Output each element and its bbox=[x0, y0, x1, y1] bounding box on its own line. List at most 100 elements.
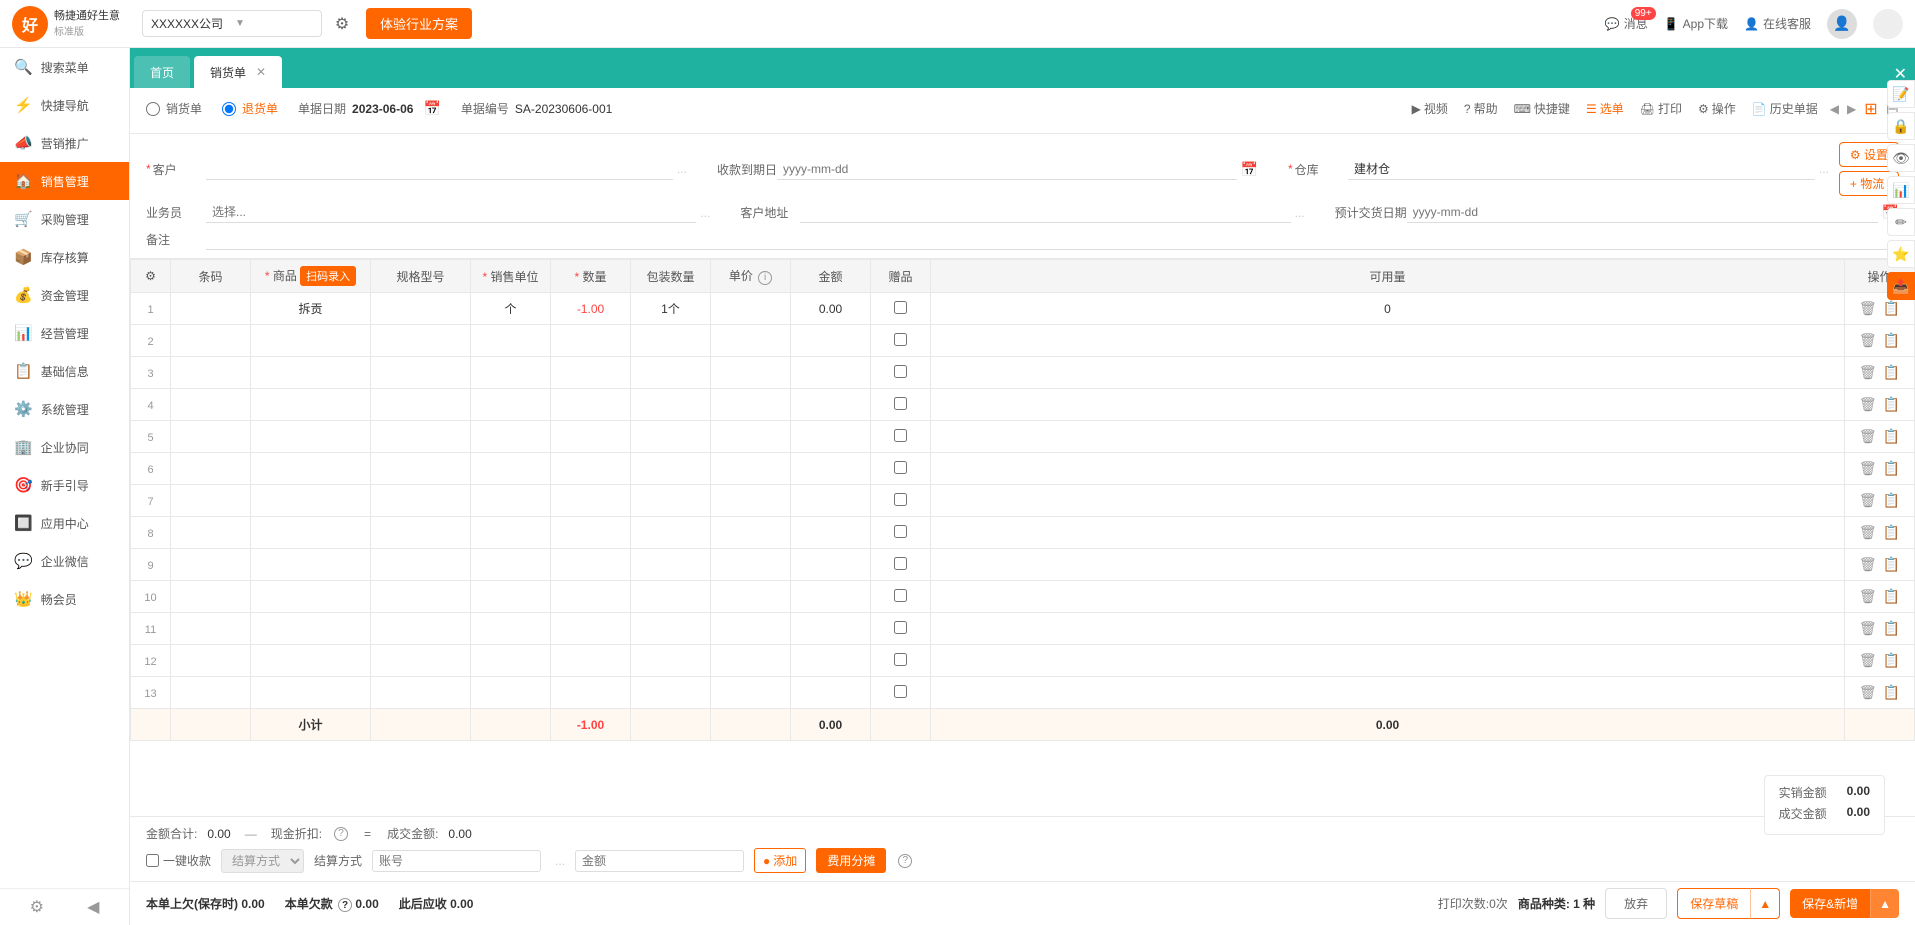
row-qty[interactable]: -1.00 bbox=[551, 293, 631, 325]
expense-info-icon[interactable]: ? bbox=[898, 854, 912, 868]
sidebar-item-basic[interactable]: 📋 基础信息 bbox=[0, 352, 129, 390]
payment-cal-icon[interactable]: 📅 bbox=[1241, 161, 1258, 178]
scan-btn[interactable]: 扫码录入 bbox=[300, 266, 356, 286]
sidebar-settings-btn[interactable]: ⚙ bbox=[30, 897, 44, 917]
tab-home[interactable]: 首页 bbox=[134, 56, 190, 88]
sidebar-item-wechat[interactable]: 💬 企业微信 bbox=[0, 542, 129, 580]
select-btn[interactable]: ☰ 选单 bbox=[1582, 98, 1628, 119]
delete-icon[interactable]: 🗑 bbox=[1859, 460, 1877, 477]
row-goods[interactable]: 拆贡 bbox=[251, 293, 371, 325]
tab-close-icon[interactable]: ✕ bbox=[256, 65, 266, 79]
float-btn-5[interactable]: ✏ bbox=[1887, 208, 1915, 236]
company-selector[interactable]: XXXXXX公司 ▼ bbox=[142, 10, 322, 37]
delete-icon[interactable]: 🗑 bbox=[1859, 588, 1877, 605]
one-click-checkbox[interactable] bbox=[146, 854, 159, 867]
tab-sales-order[interactable]: 销货单 ✕ bbox=[194, 56, 282, 88]
sidebar-item-marketing[interactable]: 📣 营销推广 bbox=[0, 124, 129, 162]
account-input[interactable] bbox=[372, 850, 541, 872]
copy-icon[interactable]: 📋 bbox=[1883, 300, 1900, 317]
delete-icon[interactable]: 🗑 bbox=[1859, 556, 1877, 573]
sidebar-item-enterprise[interactable]: 🏢 企业协同 bbox=[0, 428, 129, 466]
sidebar-collapse-btn[interactable]: ◀ bbox=[87, 897, 99, 917]
video-btn[interactable]: ▶ 视频 bbox=[1408, 98, 1452, 119]
save-draft-btn[interactable]: 保存草稿 bbox=[1677, 888, 1750, 919]
copy-icon[interactable]: 📋 bbox=[1883, 492, 1900, 509]
payment-method-select[interactable]: 结算方式 bbox=[221, 849, 304, 873]
due-info-icon[interactable]: ? bbox=[338, 898, 352, 912]
copy-icon[interactable]: 📋 bbox=[1883, 332, 1900, 349]
row-pkgqty[interactable]: 1个 bbox=[631, 293, 711, 325]
copy-icon[interactable]: 📋 bbox=[1883, 652, 1900, 669]
delete-icon[interactable]: 🗑 bbox=[1859, 684, 1877, 701]
avatar[interactable]: 👤 bbox=[1827, 9, 1857, 39]
sidebar-item-operation[interactable]: 📊 经营管理 bbox=[0, 314, 129, 352]
sidebar-item-shortcut[interactable]: ⚡ 快捷导航 bbox=[0, 86, 129, 124]
row-price[interactable] bbox=[711, 293, 791, 325]
salesman-dots[interactable]: ... bbox=[700, 206, 710, 220]
copy-icon[interactable]: 📋 bbox=[1883, 428, 1900, 445]
help-btn[interactable]: ? 帮助 bbox=[1460, 98, 1502, 119]
warehouse-input[interactable] bbox=[1348, 159, 1815, 180]
sidebar-item-member[interactable]: 👑 畅会员 bbox=[0, 580, 129, 618]
float-btn-4[interactable]: 📊 bbox=[1887, 176, 1915, 204]
online-service-btn[interactable]: 👤 在线客服 bbox=[1744, 15, 1811, 32]
save-draft-arrow[interactable]: ▲ bbox=[1750, 888, 1780, 919]
account-dots[interactable]: ... bbox=[555, 854, 565, 868]
customer-input[interactable] bbox=[206, 159, 673, 180]
payment-amount-input[interactable] bbox=[575, 850, 744, 872]
message-btn[interactable]: 💬 消息 99+ bbox=[1605, 15, 1648, 32]
radio-sales[interactable]: 销货单 bbox=[146, 100, 202, 117]
discount-info-icon[interactable]: ? bbox=[334, 827, 348, 841]
delivery-date-input[interactable] bbox=[1407, 202, 1878, 223]
delete-icon[interactable]: 🗑 bbox=[1859, 428, 1877, 445]
float-btn-7[interactable]: 📤 bbox=[1887, 272, 1915, 300]
row-gift[interactable] bbox=[871, 293, 931, 325]
sidebar-item-finance[interactable]: 💰 资金管理 bbox=[0, 276, 129, 314]
save-new-arrow[interactable]: ▲ bbox=[1870, 889, 1899, 918]
delete-icon[interactable]: 🗑 bbox=[1859, 652, 1877, 669]
delete-icon[interactable]: 🗑 bbox=[1859, 492, 1877, 509]
customer-dots[interactable]: ... bbox=[677, 162, 687, 176]
notes-input[interactable] bbox=[206, 229, 1899, 250]
price-info-icon[interactable]: i bbox=[758, 271, 772, 285]
addr-dots[interactable]: ... bbox=[1295, 206, 1305, 220]
grid-view-icon[interactable]: ⊞ bbox=[1864, 99, 1877, 119]
trial-btn[interactable]: 体验行业方案 bbox=[366, 8, 472, 39]
copy-icon[interactable]: 📋 bbox=[1883, 460, 1900, 477]
shortcut-btn[interactable]: ⌨ 快捷键 bbox=[1510, 98, 1574, 119]
sidebar-item-appcenter[interactable]: 🔲 应用中心 bbox=[0, 504, 129, 542]
float-btn-3[interactable]: 👁 bbox=[1887, 144, 1915, 172]
payment-due-input[interactable] bbox=[777, 159, 1237, 180]
app-download-btn[interactable]: 📱 App下载 bbox=[1664, 15, 1728, 32]
delete-icon[interactable]: 🗑 bbox=[1859, 620, 1877, 637]
history-btn[interactable]: 📄 历史单据 bbox=[1748, 98, 1822, 119]
sidebar-item-system[interactable]: ⚙️ 系统管理 bbox=[0, 390, 129, 428]
nav-next-icon[interactable]: ▶ bbox=[1847, 102, 1856, 116]
add-payment-btn[interactable]: ● 添加 bbox=[754, 848, 806, 873]
sidebar-item-purchase[interactable]: 🛒 采购管理 bbox=[0, 200, 129, 238]
customer-addr-input[interactable] bbox=[800, 202, 1290, 223]
warehouse-dots[interactable]: ... bbox=[1819, 162, 1829, 176]
copy-icon[interactable]: 📋 bbox=[1883, 684, 1900, 701]
col-settings[interactable]: ⚙ bbox=[131, 260, 171, 293]
copy-icon[interactable]: 📋 bbox=[1883, 620, 1900, 637]
print-btn[interactable]: 🖨 打印 bbox=[1636, 98, 1686, 119]
row-unit[interactable]: 个 bbox=[471, 293, 551, 325]
copy-icon[interactable]: 📋 bbox=[1883, 556, 1900, 573]
sidebar-item-search[interactable]: 🔍 搜索菜单 bbox=[0, 48, 129, 86]
copy-icon[interactable]: 📋 bbox=[1883, 588, 1900, 605]
calendar-icon[interactable]: 📅 bbox=[423, 100, 440, 117]
gear-button[interactable]: ⚙ bbox=[328, 10, 356, 38]
float-btn-6[interactable]: ⭐ bbox=[1887, 240, 1915, 268]
delete-icon[interactable]: 🗑 bbox=[1859, 524, 1877, 541]
row-amount[interactable]: 0.00 bbox=[791, 293, 871, 325]
delete-icon[interactable]: 🗑 bbox=[1859, 364, 1877, 381]
radio-return[interactable]: 退货单 bbox=[222, 100, 278, 117]
copy-icon[interactable]: 📋 bbox=[1883, 396, 1900, 413]
expense-btn[interactable]: 费用分摊 bbox=[816, 848, 886, 873]
one-click-label[interactable]: 一键收款 bbox=[146, 852, 211, 869]
sidebar-item-guide[interactable]: 🎯 新手引导 bbox=[0, 466, 129, 504]
save-new-btn[interactable]: 保存&新增 bbox=[1790, 889, 1870, 918]
row-barcode[interactable] bbox=[171, 293, 251, 325]
operate-btn[interactable]: ⚙ 操作 bbox=[1694, 98, 1740, 119]
